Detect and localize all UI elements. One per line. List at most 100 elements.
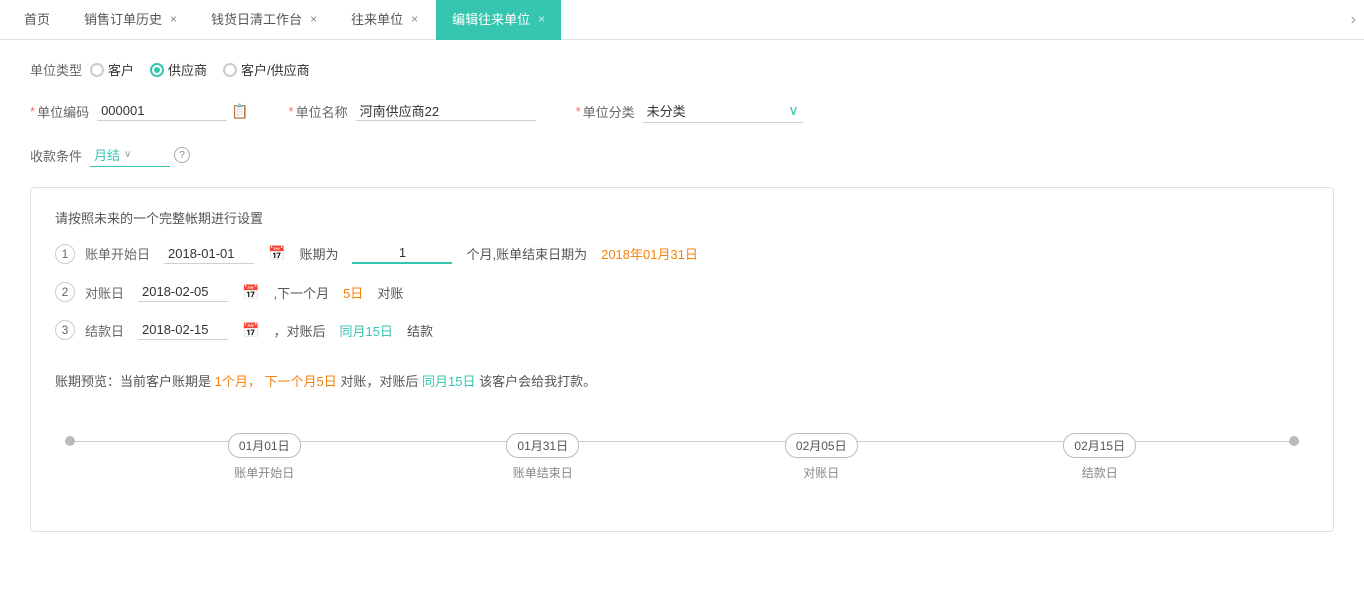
preview-end: 该客户会给我打款。: [479, 374, 596, 389]
radio-customer-circle: [90, 63, 104, 77]
radio-supplier[interactable]: 供应商: [150, 60, 207, 79]
payment-condition-label: 收款条件: [30, 146, 82, 165]
node-label-2: 账单结束日: [513, 464, 573, 481]
unit-name-input[interactable]: [356, 101, 536, 121]
unit-category-star: *: [576, 104, 581, 119]
period-months-suffix: 个月,账单结束日期为: [466, 244, 587, 263]
unit-category-value: 未分类: [647, 101, 781, 120]
payment-prefix: ，对账后: [273, 321, 325, 340]
tab-home-label: 首页: [24, 9, 50, 28]
preview-label: 账期预览：当前客户账期是: [55, 374, 211, 389]
period-for-label: 账期为: [299, 244, 338, 263]
payment-cal[interactable]: 📅: [242, 322, 259, 339]
timeline: 01月01日 账单开始日 01月31日 账单结束日 02月05日 对账日 02月…: [65, 413, 1299, 511]
preview-period: 1个月，: [215, 374, 261, 389]
preview-section: 账期预览：当前客户账期是 1个月， 下一个月5日 对账，对账后 同月15日 该客…: [55, 358, 1309, 511]
tab-partner-units-close[interactable]: ×: [411, 12, 418, 26]
tab-cash-ledger-label: 钱货日清工作台: [211, 9, 302, 28]
unit-name-star: *: [289, 104, 294, 119]
period-row-1: 1 账单开始日 📅 账期为 个月,账单结束日期为 2018年01月31日: [55, 243, 1309, 264]
tab-home[interactable]: 首页: [8, 0, 66, 40]
tab-cash-ledger-close[interactable]: ×: [310, 12, 317, 26]
radio-supplier-circle: [150, 63, 164, 77]
node-label-4: 结款日: [1082, 464, 1118, 481]
row-num-3: 3: [55, 320, 75, 340]
tab-edit-partner-close[interactable]: ×: [538, 12, 545, 26]
main-content: 单位类型 客户 供应商 客户/供应商 * 单位编码 📋: [0, 40, 1364, 608]
payment-highlight: 同月15日: [339, 321, 392, 340]
tab-sales-history-close[interactable]: ×: [170, 12, 177, 26]
bill-start-date[interactable]: [164, 244, 254, 264]
help-icon[interactable]: ?: [174, 147, 190, 163]
node-label-3: 对账日: [803, 464, 839, 481]
timeline-node-3: 02月05日 对账日: [785, 433, 858, 481]
period-settings-section: 请按照未来的一个完整帐期进行设置 1 账单开始日 📅 账期为 个月,账单结束日期…: [30, 187, 1334, 532]
radio-supplier-label: 供应商: [168, 60, 207, 79]
radio-customer-label: 客户: [108, 60, 134, 79]
node-pill-3: 02月05日: [785, 433, 858, 458]
bill-start-label: 账单开始日: [85, 244, 150, 263]
unit-category-group: * 单位分类 未分类 ∨: [576, 99, 803, 123]
timeline-node-1: 01月01日 账单开始日: [228, 433, 301, 481]
unit-type-row: 单位类型 客户 供应商 客户/供应商: [30, 60, 1334, 79]
unit-category-label: 单位分类: [583, 102, 635, 121]
reconcile-label: 对账日: [85, 283, 124, 302]
reconcile-highlight: 5日: [343, 283, 363, 302]
tabs-bar: 首页 销售订单历史 × 钱货日清工作台 × 往来单位 × 编辑往来单位 × ›: [0, 0, 1364, 40]
bill-start-cal[interactable]: 📅: [268, 245, 285, 262]
preview-same-month: 同月15日: [422, 374, 475, 389]
period-row-2: 2 对账日 📅 ,下一个月 5日 对账: [55, 282, 1309, 302]
payment-condition-value: 月结: [94, 145, 120, 164]
unit-category-chevron: ∨: [788, 102, 798, 119]
timeline-nodes: 01月01日 账单开始日 01月31日 账单结束日 02月05日 对账日 02月…: [65, 433, 1299, 481]
preview-next-month: 下一个月5日: [265, 374, 337, 389]
radio-supplier-dot: [154, 67, 160, 73]
unit-name-label: 单位名称: [296, 102, 348, 121]
payment-condition-dropdown[interactable]: 月结 ∨: [90, 143, 170, 167]
unit-type-radio-group: 客户 供应商 客户/供应商: [90, 60, 310, 79]
radio-both-circle: [223, 63, 237, 77]
reconcile-prefix: ,下一个月: [273, 283, 329, 302]
radio-both[interactable]: 客户/供应商: [223, 60, 310, 79]
preview-mid: 对账，对账后: [340, 374, 418, 389]
tab-sales-history-label: 销售订单历史: [84, 9, 162, 28]
reconcile-suffix: 对账: [377, 283, 403, 302]
payment-condition-arrow: ∨: [124, 149, 131, 160]
bill-end-date: 2018年01月31日: [601, 244, 698, 263]
radio-both-label: 客户/供应商: [241, 60, 310, 79]
tab-sales-history[interactable]: 销售订单历史 ×: [68, 0, 193, 40]
unit-type-label: 单位类型: [30, 60, 82, 79]
payment-label: 结款日: [85, 321, 124, 340]
payment-condition-row: 收款条件 月结 ∨ ?: [30, 143, 1334, 167]
unit-name-group: * 单位名称: [289, 101, 536, 121]
period-row-3: 3 结款日 📅 ，对账后 同月15日 结款: [55, 320, 1309, 340]
row-num-1: 1: [55, 244, 75, 264]
section-instruction: 请按照未来的一个完整帐期进行设置: [55, 208, 1309, 227]
unit-code-label: 单位编码: [37, 102, 89, 121]
timeline-node-2: 01月31日 账单结束日: [506, 433, 579, 481]
node-pill-2: 01月31日: [506, 433, 579, 458]
node-label-1: 账单开始日: [234, 464, 294, 481]
row-num-2: 2: [55, 282, 75, 302]
reconcile-cal[interactable]: 📅: [242, 284, 259, 301]
tab-scroll-arrow[interactable]: ›: [1351, 11, 1356, 29]
unit-code-star: *: [30, 104, 35, 119]
tab-partner-units[interactable]: 往来单位 ×: [335, 0, 434, 40]
node-pill-4: 02月15日: [1063, 433, 1136, 458]
unit-code-icon[interactable]: 📋: [231, 103, 248, 120]
preview-text: 账期预览：当前客户账期是 1个月， 下一个月5日 对账，对账后 同月15日 该客…: [55, 370, 1309, 393]
unit-category-select[interactable]: 未分类 ∨: [643, 99, 803, 123]
unit-code-group: * 单位编码 📋: [30, 101, 249, 121]
payment-date[interactable]: [138, 320, 228, 340]
unit-code-input[interactable]: [97, 101, 227, 121]
radio-customer[interactable]: 客户: [90, 60, 134, 79]
period-months-input[interactable]: [352, 243, 452, 264]
tab-edit-partner[interactable]: 编辑往来单位 ×: [436, 0, 561, 40]
timeline-node-4: 02月15日 结款日: [1063, 433, 1136, 481]
tab-cash-ledger[interactable]: 钱货日清工作台 ×: [195, 0, 333, 40]
reconcile-date[interactable]: [138, 282, 228, 302]
tab-edit-partner-label: 编辑往来单位: [452, 9, 530, 28]
payment-suffix: 结款: [407, 321, 433, 340]
tab-partner-units-label: 往来单位: [351, 9, 403, 28]
node-pill-1: 01月01日: [228, 433, 301, 458]
